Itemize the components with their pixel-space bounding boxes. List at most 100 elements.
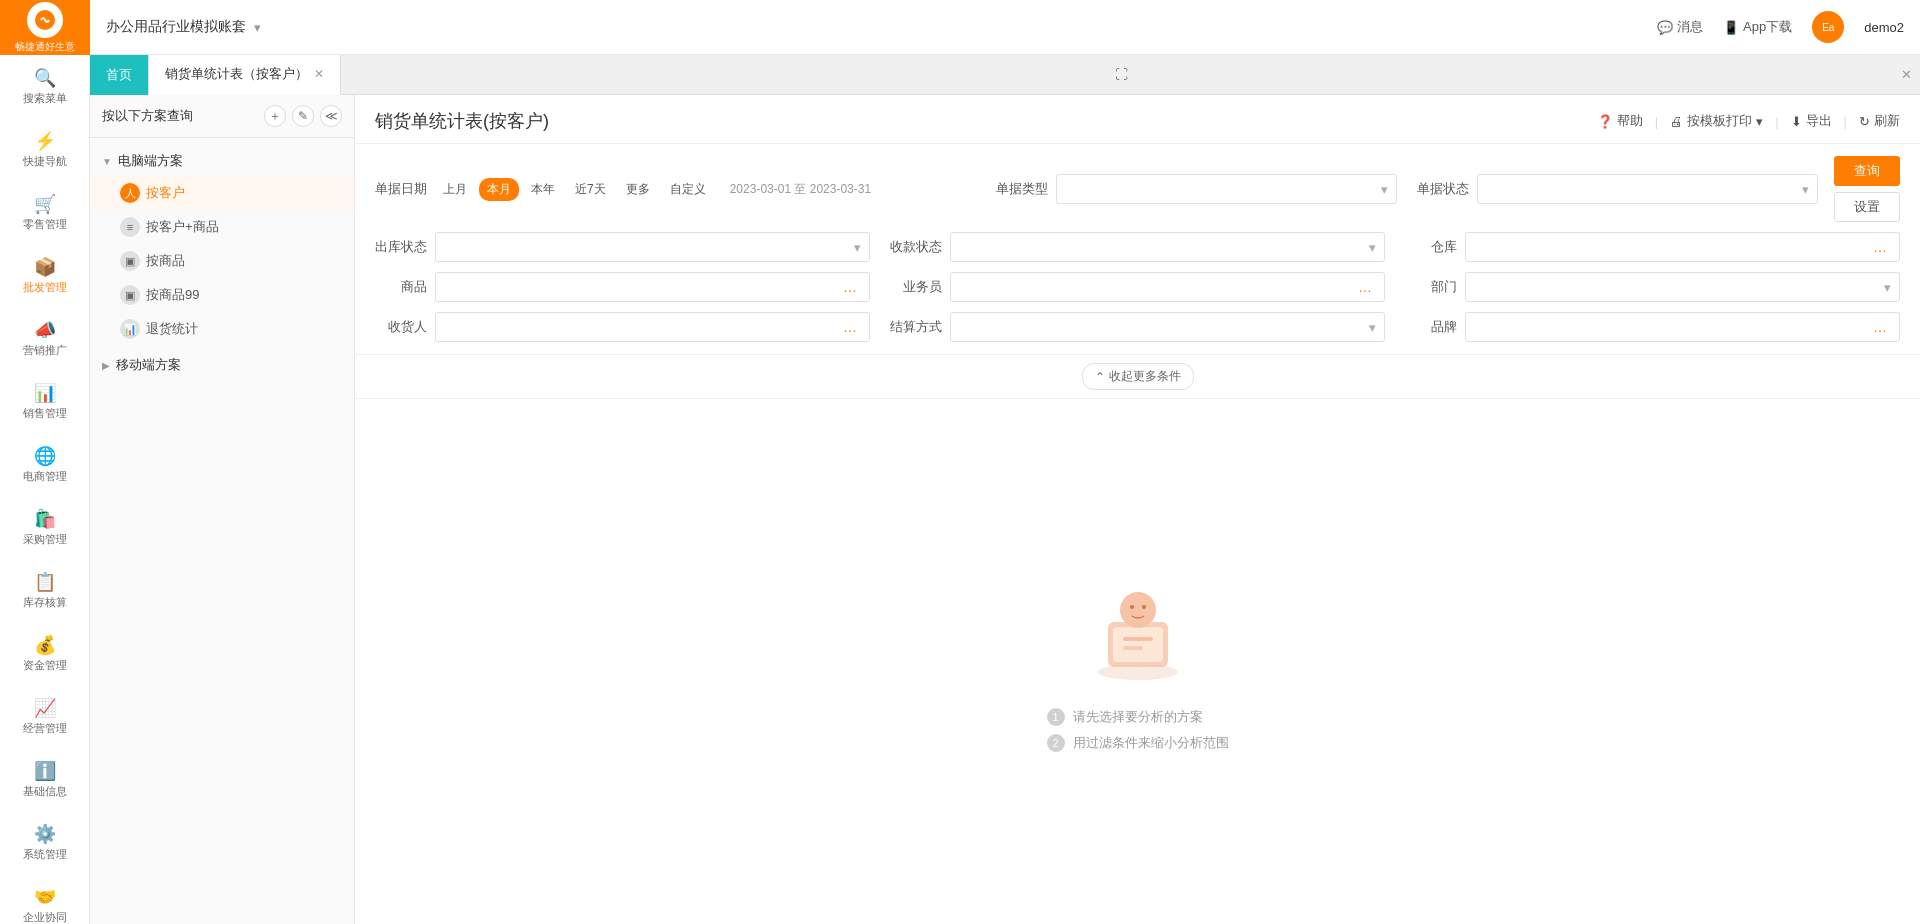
logo-text: 畅捷通好生意 (15, 40, 75, 54)
department-label: 部门 (1405, 278, 1465, 296)
page-title-bar: 销货单统计表(按客户) ❓ 帮助 | 🖨 按模板打印 ▾ | ⬇ (355, 95, 1920, 144)
tab-maximize-btn[interactable]: ⛶ (1103, 67, 1140, 82)
tree-item-refund-stat[interactable]: 📊 退货统计 (90, 312, 354, 346)
maximize-icon: ⛶ (1115, 67, 1128, 82)
enterprise-icon: 🤝 (34, 886, 56, 908)
query-button[interactable]: 查询 (1834, 156, 1900, 186)
header-title: 办公用品行业模拟账套 (106, 18, 246, 36)
tab-bar-right: ✕ (1901, 67, 1920, 82)
date-tab-7days[interactable]: 近7天 (567, 178, 614, 201)
sidebar-item-retail[interactable]: 🛒 零售管理 (0, 181, 89, 244)
payment-status-control[interactable]: ▾ (950, 232, 1385, 262)
help-icon: ❓ (1597, 114, 1613, 129)
print-btn[interactable]: 🖨 按模板打印 ▾ (1670, 112, 1763, 130)
tree-group-desktop-header[interactable]: ▼ 电脑端方案 (90, 146, 354, 176)
refresh-btn[interactable]: ↻ 刷新 (1859, 112, 1900, 130)
filter-department: 部门 ▾ (1405, 272, 1900, 302)
receiver-dots-icon[interactable]: … (839, 319, 861, 335)
warehouse-label: 仓库 (1405, 238, 1465, 256)
tree-item-by-customer-product[interactable]: ≡ 按客户+商品 (90, 210, 354, 244)
left-panel: 按以下方案查询 ＋ ✎ ≪ ▼ 电脑端方案 人 按客户 (90, 95, 355, 924)
tree-item-by-product[interactable]: ▣ 按商品 (90, 244, 354, 278)
tab-home[interactable]: 首页 (90, 55, 149, 95)
department-control[interactable]: ▾ (1465, 272, 1900, 302)
date-tab-custom[interactable]: 自定义 (662, 178, 714, 201)
close-all-icon[interactable]: ✕ (1901, 67, 1912, 82)
sidebar-item-ecommerce[interactable]: 🌐 电商管理 (0, 433, 89, 496)
add-scheme-btn[interactable]: ＋ (264, 105, 286, 127)
empty-hint-1: 1 请先选择要分析的方案 (1047, 708, 1229, 726)
brand-control[interactable]: … (1465, 312, 1900, 342)
sidebar-item-label: 企业协同 (23, 910, 67, 924)
sidebar-item-label: 经营管理 (23, 721, 67, 736)
by-customer-icon: 人 (120, 183, 140, 203)
sidebar-item-purchase[interactable]: 🛍️ 采购管理 (0, 496, 89, 559)
receiver-control[interactable]: … (435, 312, 870, 342)
salesperson-dots-icon[interactable]: … (1354, 279, 1376, 295)
bill-status-control[interactable]: ▾ (1477, 174, 1818, 204)
logo[interactable]: 畅捷通好生意 (0, 0, 90, 55)
retail-icon: 🛒 (34, 193, 56, 215)
search-icon: 🔍 (34, 67, 56, 89)
warehouse-control[interactable]: … (1465, 232, 1900, 262)
sidebar-item-marketing[interactable]: 📣 营销推广 (0, 307, 89, 370)
sidebar-item-label: 系统管理 (23, 847, 67, 862)
sidebar-item-operations[interactable]: 📈 经营管理 (0, 685, 89, 748)
svg-rect-7 (1123, 637, 1153, 641)
tree-group-desktop-label: 电脑端方案 (118, 152, 183, 170)
ecommerce-icon: 🌐 (34, 445, 56, 467)
filter-date: 单据日期 上月 本月 本年 近7天 更多 自定义 2023-03-01 至 20… (375, 178, 976, 201)
chevron-up-icon: ⌃ (1095, 370, 1105, 384)
collapse-panel-btn[interactable]: ≪ (320, 105, 342, 127)
print-icon: 🖨 (1670, 114, 1683, 129)
collapse-conditions-btn[interactable]: ⌃ 收起更多条件 (1082, 363, 1194, 390)
sidebar-item-wholesale[interactable]: 📦 批发管理 (0, 244, 89, 307)
tree-item-by-product-99[interactable]: ▣ 按商品99 (90, 278, 354, 312)
tab-close-icon[interactable]: ✕ (314, 67, 324, 81)
user-avatar[interactable]: Ea (1812, 11, 1844, 43)
salesperson-control[interactable]: … (950, 272, 1385, 302)
export-btn[interactable]: ⬇ 导出 (1791, 112, 1832, 130)
app-download-btn[interactable]: 📱 App下载 (1723, 18, 1792, 36)
help-btn[interactable]: ❓ 帮助 (1597, 112, 1643, 130)
tree-group-mobile-header[interactable]: ▶ 移动端方案 (90, 350, 354, 380)
tab-sales-stat[interactable]: 销货单统计表（按客户） ✕ (149, 55, 341, 95)
out-status-label: 出库状态 (375, 238, 435, 256)
sidebar-item-search[interactable]: 🔍 搜索菜单 (0, 55, 89, 118)
collapse-bar: ⌃ 收起更多条件 (355, 355, 1920, 399)
sidebar-item-enterprise[interactable]: 🤝 企业协同 (0, 874, 89, 924)
date-tab-this-month[interactable]: 本月 (479, 178, 519, 201)
edit-scheme-btn[interactable]: ✎ (292, 105, 314, 127)
left-panel-header: 按以下方案查询 ＋ ✎ ≪ (90, 95, 354, 138)
brand-dots-icon[interactable]: … (1869, 319, 1891, 335)
sidebar-item-system[interactable]: ⚙️ 系统管理 (0, 811, 89, 874)
filter-area: 单据日期 上月 本月 本年 近7天 更多 自定义 2023-03-01 至 20… (355, 144, 1920, 355)
header-dropdown-icon[interactable]: ▾ (254, 20, 261, 35)
sales-icon: 📊 (34, 382, 56, 404)
product-control[interactable]: … (435, 272, 870, 302)
sidebar-item-basics[interactable]: ℹ️ 基础信息 (0, 748, 89, 811)
settlement-control[interactable]: ▾ (950, 312, 1385, 342)
out-status-control[interactable]: ▾ (435, 232, 870, 262)
operations-icon: 📈 (34, 697, 56, 719)
filter-product: 商品 … (375, 272, 870, 302)
sidebar-item-sales[interactable]: 📊 销售管理 (0, 370, 89, 433)
date-tab-last-month[interactable]: 上月 (435, 178, 475, 201)
warehouse-dots-icon[interactable]: … (1869, 239, 1891, 255)
username[interactable]: demo2 (1864, 20, 1904, 35)
sidebar-item-quick-nav[interactable]: ⚡ 快捷导航 (0, 118, 89, 181)
settlement-label: 结算方式 (890, 318, 950, 336)
tree-item-by-customer[interactable]: 人 按客户 (90, 176, 354, 210)
sidebar-item-inventory[interactable]: 📋 库存核算 (0, 559, 89, 622)
bill-type-control[interactable]: ▾ (1056, 174, 1397, 204)
product-dots-icon[interactable]: … (839, 279, 861, 295)
query-settings-group: 查询 设置 (1834, 156, 1900, 222)
main-area: 办公用品行业模拟账套 ▾ 💬 消息 📱 App下载 Ea demo2 首页 销货… (90, 0, 1920, 924)
settings-button[interactable]: 设置 (1834, 192, 1900, 222)
logo-icon (27, 2, 63, 38)
date-tab-more[interactable]: 更多 (618, 178, 658, 201)
sidebar-item-finance[interactable]: 💰 资金管理 (0, 622, 89, 685)
date-tab-this-year[interactable]: 本年 (523, 178, 563, 201)
message-btn[interactable]: 💬 消息 (1657, 18, 1703, 36)
home-tab-label: 首页 (106, 66, 132, 84)
